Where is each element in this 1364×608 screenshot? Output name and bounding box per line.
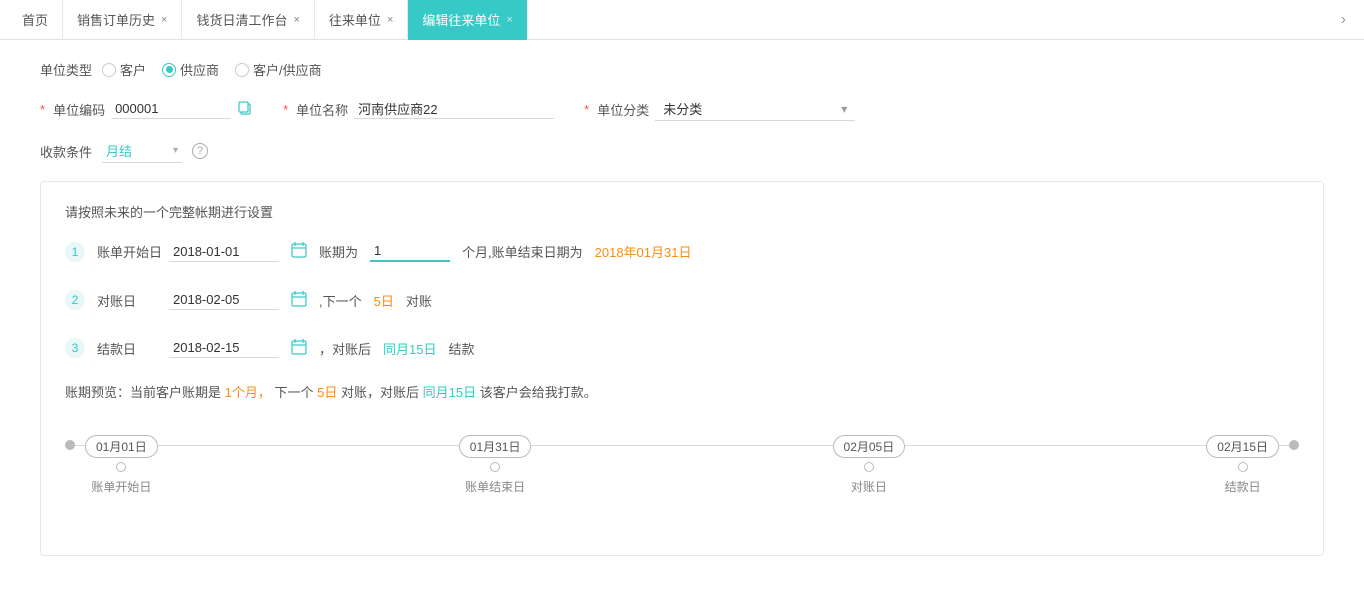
radio-both[interactable]: 客户/供应商 — [235, 60, 322, 79]
row-num-1: 1 — [65, 242, 85, 262]
unit-name-label: 单位名称 — [296, 100, 348, 119]
timeline-label-3: 对账日 — [851, 478, 887, 495]
period-for-label: 账期为 — [319, 242, 358, 261]
chevron-down-icon: ▾ — [173, 145, 178, 156]
timeline-point-1: 01月01日 账单开始日 — [85, 435, 158, 495]
unit-category-label: 单位分类 — [597, 100, 649, 119]
timeline-label-1: 账单开始日 — [91, 478, 151, 495]
tab-partner-units[interactable]: 往来单位 × — [315, 0, 408, 40]
timeline-badge-3: 02月05日 — [833, 435, 906, 458]
unit-code-input[interactable] — [111, 99, 231, 119]
payment-date-input[interactable] — [169, 338, 279, 358]
copy-icon[interactable] — [237, 100, 253, 119]
calendar-icon-1[interactable] — [291, 242, 307, 261]
close-icon[interactable]: × — [161, 14, 167, 26]
reconcile-day-highlight: 5日 — [374, 291, 394, 310]
tab-cash-work[interactable]: 钱货日清工作台 × — [182, 0, 314, 40]
radio-supplier[interactable]: 供应商 — [162, 60, 219, 79]
unit-type-row: 单位类型 客户 供应商 客户/供应商 — [40, 60, 1324, 79]
payment-terms-label: 收款条件 — [40, 142, 92, 161]
unit-name-input[interactable] — [354, 99, 554, 119]
radio-circle-customer — [102, 63, 116, 77]
tab-edit-partner[interactable]: 编辑往来单位 × — [408, 0, 527, 40]
reconcile-desc-prefix: ,下一个 — [319, 291, 362, 310]
setting-row-3: 3 结款日 ，对账后 同月15日 结款 — [65, 338, 1299, 358]
timeline-point-4: 02月15日 结款日 — [1206, 435, 1279, 495]
section-title: 请按照未来的一个完整帐期进行设置 — [65, 202, 1299, 221]
required-star-code: * — [40, 102, 45, 117]
period-end-date: 2018年01月31日 — [595, 242, 692, 261]
chevron-down-icon: ▾ — [841, 102, 847, 116]
row-num-3: 3 — [65, 338, 85, 358]
unit-category-select[interactable]: 未分类 ▾ — [655, 97, 855, 121]
unit-code-group: * 单位编码 — [40, 99, 253, 119]
radio-circle-supplier — [162, 63, 176, 77]
setting-row-1: 1 账单开始日 账期为 个月,账单结束日期为 2018年01月31日 — [65, 241, 1299, 262]
timeline-dot-4 — [1238, 462, 1248, 472]
setting-row-2: 2 对账日 ,下一个 5日 对账 — [65, 290, 1299, 310]
timeline-point-3: 02月05日 对账日 — [833, 435, 906, 495]
reconcile-desc-suffix: 对账 — [406, 291, 432, 310]
unit-type-label: 单位类型 — [40, 60, 92, 79]
period-settings-box: 请按照未来的一个完整帐期进行设置 1 账单开始日 账期为 个月,账单结束日期为 … — [40, 181, 1324, 556]
required-star-category: * — [584, 102, 589, 117]
unit-info-row: * 单位编码 * 单位名称 * 单位分类 未分类 ▾ — [40, 97, 1324, 121]
period-suffix-text: 个月,账单结束日期为 — [462, 242, 583, 261]
tab-more-button[interactable]: › — [1331, 11, 1356, 29]
radio-circle-both — [235, 63, 249, 77]
account-start-date-input[interactable] — [169, 242, 279, 262]
calendar-icon-3[interactable] — [291, 339, 307, 358]
payment-day-highlight: 同月15日 — [383, 339, 436, 358]
row-label-1: 账单开始日 — [97, 242, 157, 261]
period-value-input[interactable] — [370, 241, 450, 262]
unit-type-radio-group: 客户 供应商 客户/供应商 — [102, 60, 322, 79]
payment-terms-select[interactable]: 月结 ▾ — [102, 139, 182, 163]
timeline-badge-1: 01月01日 — [85, 435, 158, 458]
preview-text: 账期预览：当前客户账期是 1个月， 下一个 5日 对账，对账后 同月15日 该客… — [65, 382, 1299, 401]
timeline-label-4: 结款日 — [1225, 478, 1261, 495]
timeline-badge-2: 01月31日 — [459, 435, 532, 458]
calendar-icon-2[interactable] — [291, 291, 307, 310]
timeline-container: 01月01日 账单开始日 01月31日 账单结束日 02月05日 — [65, 425, 1299, 535]
timeline-badge-4: 02月15日 — [1206, 435, 1279, 458]
tab-bar: 首页 销售订单历史 × 钱货日清工作台 × 往来单位 × 编辑往来单位 × › — [0, 0, 1364, 40]
payment-terms-row: 收款条件 月结 ▾ ? — [40, 139, 1324, 163]
timeline-dot-1 — [116, 462, 126, 472]
tab-sales-history[interactable]: 销售订单历史 × — [63, 0, 182, 40]
help-icon[interactable]: ? — [192, 143, 208, 159]
row-label-2: 对账日 — [97, 291, 157, 310]
radio-customer[interactable]: 客户 — [102, 60, 146, 79]
row-num-2: 2 — [65, 290, 85, 310]
unit-category-group: * 单位分类 未分类 ▾ — [584, 97, 855, 121]
payment-terms-value: 月结 — [106, 141, 167, 160]
timeline-dot-3 — [864, 462, 874, 472]
unit-code-label: 单位编码 — [53, 100, 105, 119]
unit-category-value: 未分类 — [663, 99, 841, 118]
reconcile-date-input[interactable] — [169, 290, 279, 310]
payment-desc-prefix: ，对账后 — [319, 339, 371, 358]
close-icon[interactable]: × — [506, 14, 512, 26]
timeline-label-2: 账单结束日 — [465, 478, 525, 495]
timeline-dot-2 — [490, 462, 500, 472]
close-icon[interactable]: × — [293, 14, 299, 26]
unit-name-group: * 单位名称 — [283, 99, 554, 119]
tab-home[interactable]: 首页 — [8, 0, 63, 40]
main-content: 单位类型 客户 供应商 客户/供应商 * 单位编码 — [0, 40, 1364, 608]
required-star-name: * — [283, 102, 288, 117]
timeline-points: 01月01日 账单开始日 01月31日 账单结束日 02月05日 — [65, 435, 1299, 495]
row-label-3: 结款日 — [97, 339, 157, 358]
close-icon[interactable]: × — [387, 14, 393, 26]
timeline-point-2: 01月31日 账单结束日 — [459, 435, 532, 495]
payment-desc-suffix: 结款 — [448, 339, 474, 358]
